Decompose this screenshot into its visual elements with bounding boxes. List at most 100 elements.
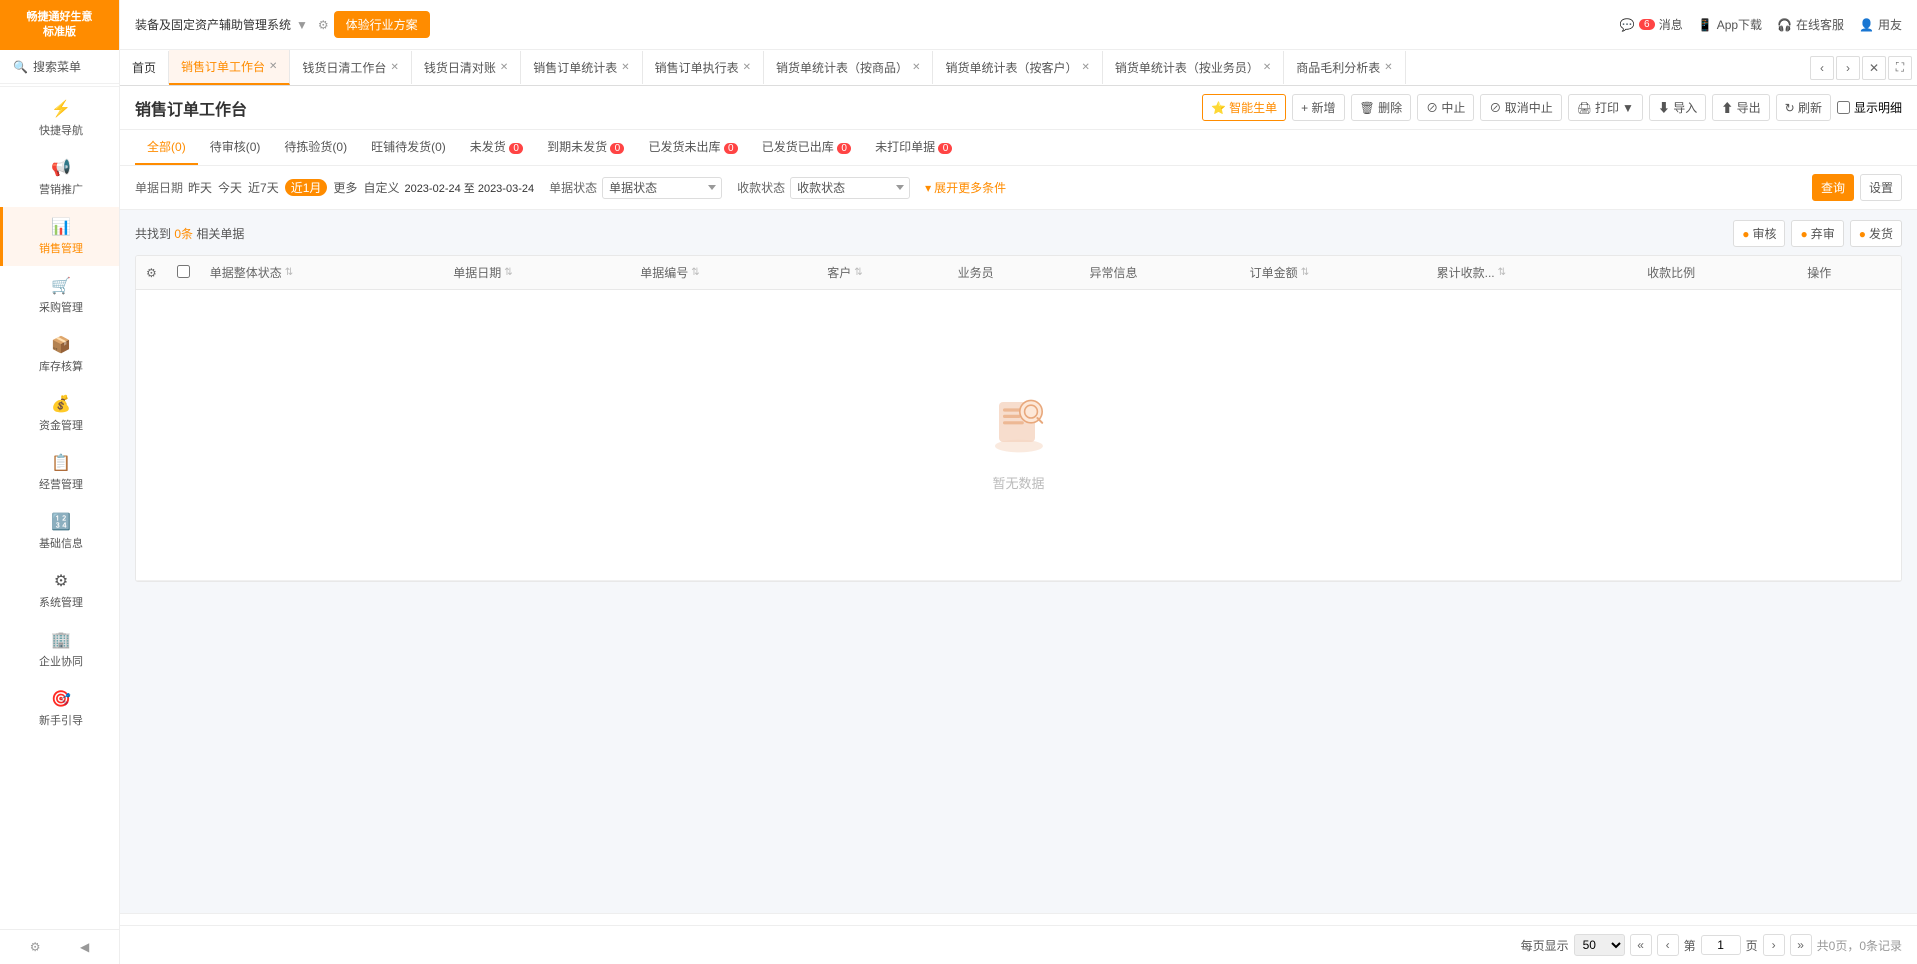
col-amount-sortable[interactable]: 订单金额 xyxy=(1250,264,1417,281)
sub-tab-shipped-not-warehoused[interactable]: 已发货未出库 0 xyxy=(636,130,749,165)
col-date-sortable[interactable]: 单据日期 xyxy=(453,264,620,281)
sub-tab-pending-inspect[interactable]: 待拣验货(0) xyxy=(272,130,359,165)
industry-btn[interactable]: 体验行业方案 xyxy=(334,11,430,38)
sidebar-item-purchase[interactable]: 🛒 采购管理 xyxy=(0,266,119,325)
expand-icon: ▾ xyxy=(925,181,931,195)
online-service-group[interactable]: 🎧 在线客服 xyxy=(1777,16,1844,33)
sidebar-settings-icon[interactable]: ⚙ xyxy=(30,940,41,954)
date-opt-more[interactable]: 更多 xyxy=(333,179,357,196)
review-btn[interactable]: ● 审核 xyxy=(1733,220,1785,247)
user-group[interactable]: 👤 用友 xyxy=(1859,16,1902,33)
date-opt-yesterday[interactable]: 昨天 xyxy=(188,179,212,196)
tab-close-icon[interactable]: ✕ xyxy=(269,61,277,72)
add-btn[interactable]: + 新增 xyxy=(1292,94,1344,121)
show-detail-label[interactable]: 显示明细 xyxy=(1837,99,1902,116)
sidebar-item-quick-nav[interactable]: ⚡ 快捷导航 xyxy=(0,89,119,148)
col-action: 操作 xyxy=(1797,256,1901,290)
col-received-sortable[interactable]: 累计收款... xyxy=(1437,264,1628,281)
refresh-btn[interactable]: ↻ 刷新 xyxy=(1776,94,1831,121)
sidebar-item-enterprise[interactable]: 🏢 企业协同 xyxy=(0,620,119,679)
search-menu[interactable]: 🔍 搜索菜单 xyxy=(0,50,119,84)
tab-scroll-right-btn[interactable]: › xyxy=(1836,56,1860,80)
print-btn[interactable]: 🖨 打印 ▼ xyxy=(1568,94,1643,121)
date-opt-7days[interactable]: 近7天 xyxy=(248,179,279,196)
tab-product-margin[interactable]: 商品毛利分析表 ✕ xyxy=(1284,51,1405,84)
tab-close-icon[interactable]: ✕ xyxy=(621,62,629,73)
tab-sales-stats-customer[interactable]: 销货单统计表（按客户） ✕ xyxy=(933,51,1102,84)
status-select[interactable]: 单据状态 xyxy=(602,177,722,199)
expand-conditions-btn[interactable]: ▾ 展开更多条件 xyxy=(925,179,1006,196)
per-page-select[interactable]: 50 10 20 100 xyxy=(1574,934,1625,956)
payment-select[interactable]: 收款状态 xyxy=(790,177,910,199)
sidebar-item-finance[interactable]: 💰 资金管理 xyxy=(0,384,119,443)
sidebar-item-inventory[interactable]: 📦 库存核算 xyxy=(0,325,119,384)
search-icon: 🔍 xyxy=(13,60,28,74)
sub-tab-pending-review[interactable]: 待审核(0) xyxy=(198,130,273,165)
prev-page-btn[interactable]: ‹ xyxy=(1657,934,1679,956)
delete-btn[interactable]: 🗑 删除 xyxy=(1351,94,1412,121)
tab-close-icon[interactable]: ✕ xyxy=(1263,62,1271,73)
tab-sales-order-workbench[interactable]: 销售订单工作台 ✕ xyxy=(169,50,290,85)
tab-fullscreen-btn[interactable]: ⛶ xyxy=(1888,56,1912,80)
tab-scroll-left-btn[interactable]: ‹ xyxy=(1810,56,1834,80)
export-btn[interactable]: ⬆ 导出 xyxy=(1712,94,1769,121)
next-page-btn[interactable]: › xyxy=(1763,934,1785,956)
smart-create-btn[interactable]: ⭐ 智能生单 xyxy=(1202,94,1286,121)
sub-tab-wangpu[interactable]: 旺铺待发货(0) xyxy=(359,130,458,165)
date-opt-1month[interactable]: 近1月 xyxy=(285,179,328,196)
sidebar-item-marketing[interactable]: 📢 营销推广 xyxy=(0,148,119,207)
last-page-btn[interactable]: » xyxy=(1790,934,1812,956)
first-page-btn[interactable]: « xyxy=(1630,934,1652,956)
tab-close-icon[interactable]: ✕ xyxy=(390,62,398,73)
col-settings-icon[interactable]: ⚙ xyxy=(146,266,157,280)
sidebar-item-sales[interactable]: 📊 销售管理 xyxy=(0,207,119,266)
tab-home[interactable]: 首页 xyxy=(120,51,169,84)
tab-cash-daily[interactable]: 钱货日清工作台 ✕ xyxy=(290,51,411,84)
sidebar-collapse-icon[interactable]: ◀ xyxy=(80,940,89,954)
tab-sales-stats-product[interactable]: 销货单统计表（按商品） ✕ xyxy=(764,51,933,84)
select-all-checkbox[interactable] xyxy=(177,265,190,278)
date-opt-today[interactable]: 今天 xyxy=(218,179,242,196)
tab-cash-reconcile[interactable]: 钱货日清对账 ✕ xyxy=(412,51,521,84)
app-download-group[interactable]: 📱 App下载 xyxy=(1698,16,1762,33)
sidebar-item-newbie[interactable]: 🎯 新手引导 xyxy=(0,679,119,738)
tab-close-icon[interactable]: ✕ xyxy=(500,62,508,73)
ship-btn[interactable]: ● 发货 xyxy=(1850,220,1902,247)
cancel-pause-btn[interactable]: ⊘ 取消中止 xyxy=(1480,94,1561,121)
col-number-sortable[interactable]: 单据编号 xyxy=(640,264,807,281)
sidebar-item-system[interactable]: ⚙ 系统管理 xyxy=(0,561,119,620)
page-input[interactable] xyxy=(1701,935,1741,955)
tab-sales-order-stats[interactable]: 销售订单统计表 ✕ xyxy=(521,51,642,84)
col-status-sortable[interactable]: 单据整体状态 xyxy=(210,264,433,281)
col-customer-sortable[interactable]: 客户 xyxy=(827,264,937,281)
tab-close-icon[interactable]: ✕ xyxy=(743,62,751,73)
settings-btn[interactable]: ⚙ xyxy=(318,18,329,32)
print-dropdown-icon: ▼ xyxy=(1622,101,1634,115)
tab-close-icon[interactable]: ✕ xyxy=(912,62,920,73)
show-detail-checkbox[interactable] xyxy=(1837,101,1850,114)
tab-sales-order-exec[interactable]: 销售订单执行表 ✕ xyxy=(643,51,764,84)
query-btn[interactable]: 查询 xyxy=(1812,174,1854,201)
title-dropdown-icon[interactable]: ▼ xyxy=(296,18,308,32)
sidebar-item-operations[interactable]: 📋 经营管理 xyxy=(0,443,119,502)
message-icon: 💬 xyxy=(1620,18,1635,32)
tab-close-all-btn[interactable]: ✕ xyxy=(1862,56,1886,80)
sub-tab-not-printed[interactable]: 未打印单据 0 xyxy=(863,130,964,165)
sub-tab-all[interactable]: 全部(0) xyxy=(135,130,198,165)
unreview-btn[interactable]: ● 弃审 xyxy=(1791,220,1843,247)
sub-tab-label: 待审核(0) xyxy=(210,140,261,154)
tab-close-icon[interactable]: ✕ xyxy=(1384,62,1392,73)
page-suffix: 页 xyxy=(1746,937,1758,954)
sidebar-item-basic-info[interactable]: 🔢 基础信息 xyxy=(0,502,119,561)
tab-label: 销货单统计表（按业务员） xyxy=(1115,59,1259,76)
sub-tab-not-shipped[interactable]: 未发货 0 xyxy=(458,130,535,165)
pause-btn[interactable]: ⊘ 中止 xyxy=(1417,94,1474,121)
date-opt-custom[interactable]: 自定义 xyxy=(363,179,399,196)
message-group[interactable]: 💬 6 消息 xyxy=(1620,16,1683,33)
tab-close-icon[interactable]: ✕ xyxy=(1081,62,1089,73)
filter-settings-btn[interactable]: 设置 xyxy=(1860,174,1902,201)
import-btn[interactable]: ⬇ 导入 xyxy=(1649,94,1706,121)
tab-sales-stats-staff[interactable]: 销货单统计表（按业务员） ✕ xyxy=(1103,51,1284,84)
sub-tab-shipped-warehoused[interactable]: 已发货已出库 0 xyxy=(750,130,863,165)
sub-tab-expired-not-shipped[interactable]: 到期未发货 0 xyxy=(535,130,636,165)
